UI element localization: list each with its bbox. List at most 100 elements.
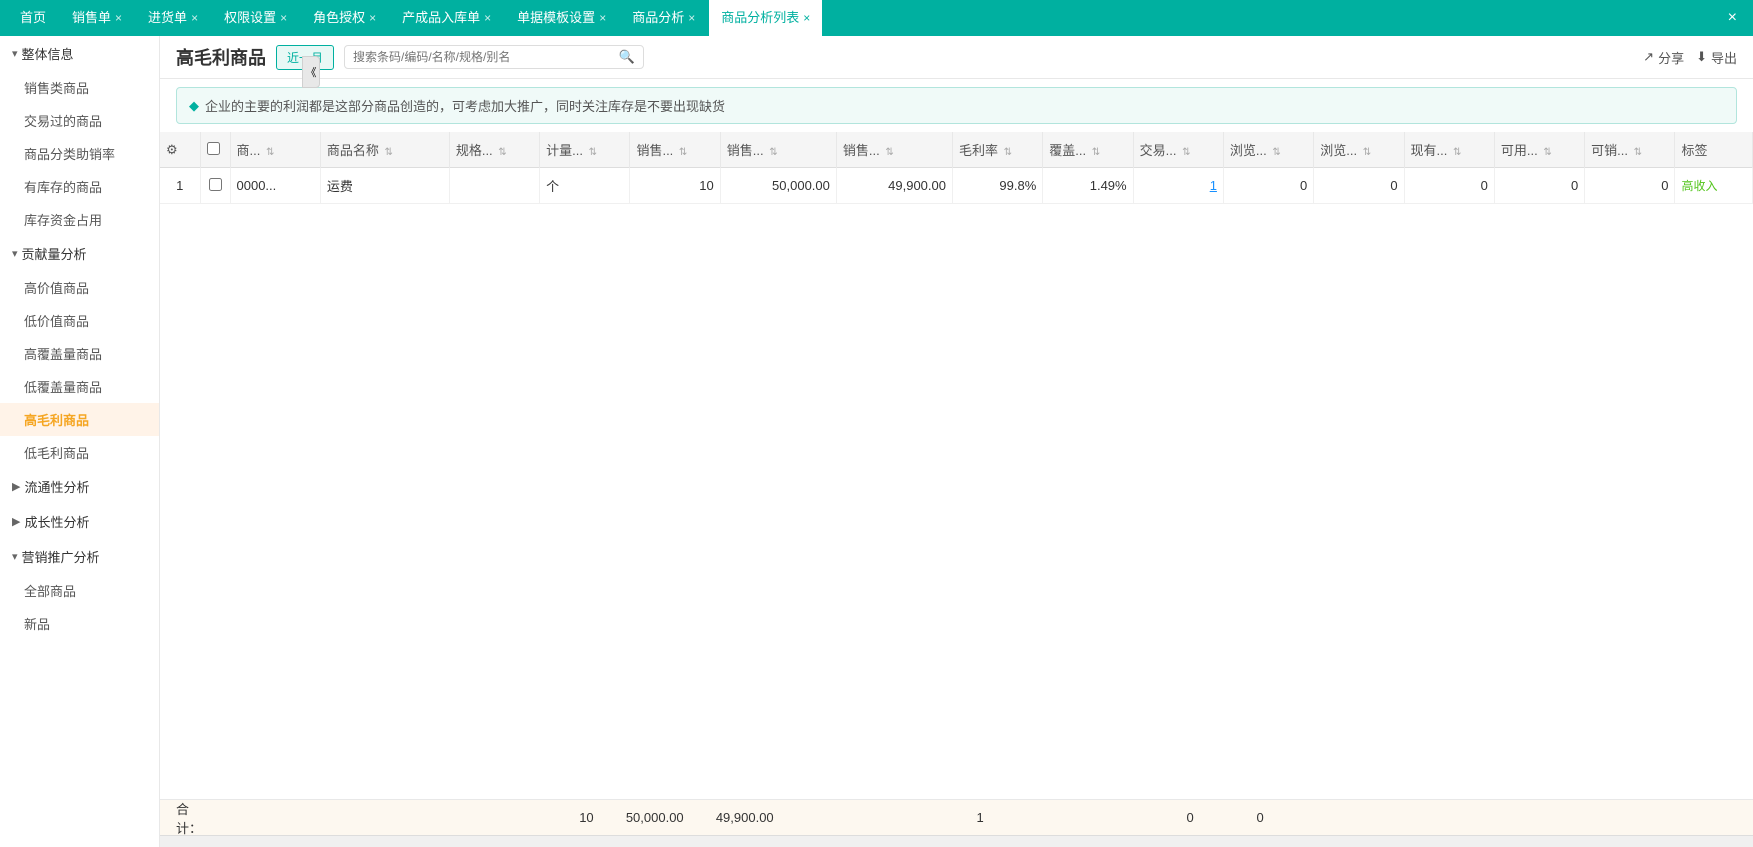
table-row: 1 0000... 运费 个 10 50,000.00 49,900.00 99… xyxy=(160,168,1753,204)
cell-index: 1 xyxy=(160,168,200,204)
row-checkbox[interactable] xyxy=(209,178,222,191)
sidebar-item-new-goods[interactable]: 新品 xyxy=(0,607,159,640)
sidebar-item-category-rate[interactable]: 商品分类助销率 xyxy=(0,137,159,170)
sort-icon-spec: ⇅ xyxy=(498,147,506,158)
col-gross-margin[interactable]: 毛利率 ⇅ xyxy=(952,132,1042,168)
close-roles-tab[interactable]: × xyxy=(369,0,376,36)
sort-icon-unit: ⇅ xyxy=(589,147,597,158)
sidebar-section-overall[interactable]: ▾ 整体信息 xyxy=(0,36,159,71)
nav-purchase[interactable]: 进货单 × xyxy=(136,0,210,36)
nav-permissions[interactable]: 权限设置 × xyxy=(212,0,299,36)
cell-sales-amount: 50,000.00 xyxy=(720,168,836,204)
share-button[interactable]: ↗ 分享 xyxy=(1643,48,1684,67)
col-unit[interactable]: 计量... ⇅ xyxy=(540,132,630,168)
search-input[interactable] xyxy=(353,50,613,64)
cell-unit: 个 xyxy=(540,168,630,204)
nav-product-entry[interactable]: 产成品入库单 × xyxy=(390,0,503,36)
sidebar-section-growth[interactable]: ▶ 成长性分析 xyxy=(0,504,159,539)
col-code[interactable]: 商... ⇅ xyxy=(230,132,320,168)
share-icon: ↗ xyxy=(1643,49,1654,65)
sidebar-item-low-margin[interactable]: 低毛利商品 xyxy=(0,436,159,469)
sidebar-item-all-goods[interactable]: 全部商品 xyxy=(0,574,159,607)
nav-product-analysis-list[interactable]: 商品分析列表 × xyxy=(709,0,822,36)
sidebar-item-stocked-goods[interactable]: 有库存的商品 xyxy=(0,170,159,203)
nav-roles[interactable]: 角色授权 × xyxy=(301,0,388,36)
col-saleable[interactable]: 可销... ⇅ xyxy=(1585,132,1675,168)
sidebar-item-high-value[interactable]: 高价值商品 xyxy=(0,271,159,304)
chevron-down-icon: ▾ xyxy=(12,47,18,60)
cell-name: 运费 xyxy=(320,168,449,204)
close-product-analysis-list-tab[interactable]: × xyxy=(803,0,810,36)
sort-icon-coverage: ⇅ xyxy=(1092,147,1100,158)
col-available[interactable]: 可用... ⇅ xyxy=(1494,132,1584,168)
sidebar-item-traded-goods[interactable]: 交易过的商品 xyxy=(0,104,159,137)
col-browse2[interactable]: 浏览... ⇅ xyxy=(1314,132,1404,168)
sidebar-section-circulation[interactable]: ▶ 流通性分析 xyxy=(0,469,159,504)
col-name[interactable]: 商品名称 ⇅ xyxy=(320,132,449,168)
search-icon[interactable]: 🔍 xyxy=(619,49,635,65)
sidebar-collapse-button[interactable]: 《 xyxy=(302,56,320,88)
nav-home[interactable]: 首页 xyxy=(8,0,58,36)
sort-icon-transaction: ⇅ xyxy=(1182,147,1190,158)
tag-label: 高收入 xyxy=(1681,179,1717,193)
col-sales-qty[interactable]: 销售... ⇅ xyxy=(630,132,720,168)
sort-icon-name: ⇅ xyxy=(384,147,392,158)
sidebar-section-marketing[interactable]: ▾ 营销推广分析 xyxy=(0,539,159,574)
info-icon: ◆ xyxy=(189,98,199,114)
table-footer: 合计： 10 50,000.00 49,900.00 1 0 0 xyxy=(160,799,1753,835)
content-header: 高毛利商品 近一月 🔍 ↗ 分享 ⬇ 导出 xyxy=(160,36,1753,79)
footer-transaction: 1 xyxy=(920,810,990,825)
table-header-row: ⚙ 商... ⇅ 商品名称 ⇅ xyxy=(160,132,1753,168)
close-product-entry-tab[interactable]: × xyxy=(484,0,491,36)
sidebar-item-low-value[interactable]: 低价值商品 xyxy=(0,304,159,337)
search-box: 🔍 xyxy=(344,45,644,69)
footer-stock: 0 xyxy=(1130,810,1200,825)
footer-profit: 49,900.00 xyxy=(690,810,780,825)
cell-code: 0000... xyxy=(230,168,320,204)
col-sales-amount[interactable]: 销售... ⇅ xyxy=(720,132,836,168)
select-all-checkbox[interactable] xyxy=(207,142,220,155)
col-browse1[interactable]: 浏览... ⇅ xyxy=(1223,132,1313,168)
col-sales-profit[interactable]: 销售... ⇅ xyxy=(836,132,952,168)
close-product-analysis-tab[interactable]: × xyxy=(688,0,695,36)
header-actions: ↗ 分享 ⬇ 导出 xyxy=(1643,48,1737,67)
close-template-tab[interactable]: × xyxy=(599,0,606,36)
col-spec[interactable]: 规格... ⇅ xyxy=(449,132,539,168)
chevron-right-icon-2: ▶ xyxy=(12,515,20,528)
cell-spec xyxy=(449,168,539,204)
close-main-button[interactable]: × xyxy=(1720,9,1745,27)
cell-tag: 高收入 xyxy=(1675,168,1753,204)
export-button[interactable]: ⬇ 导出 xyxy=(1696,48,1737,67)
nav-sales[interactable]: 销售单 × xyxy=(60,0,134,36)
sort-icon-profit: ⇅ xyxy=(885,147,893,158)
footer-available: 0 xyxy=(1200,810,1270,825)
col-tag: 标签 xyxy=(1675,132,1753,168)
footer-qty: 10 xyxy=(530,810,600,825)
transaction-link[interactable]: 1 xyxy=(1210,178,1217,193)
nav-template[interactable]: 单据模板设置 × xyxy=(505,0,618,36)
close-sales-tab[interactable]: × xyxy=(115,0,122,36)
col-transaction[interactable]: 交易... ⇅ xyxy=(1133,132,1223,168)
page-title: 高毛利商品 xyxy=(176,44,266,70)
sidebar-section-contribution[interactable]: ▾ 贡献量分析 xyxy=(0,236,159,271)
col-coverage[interactable]: 覆盖... ⇅ xyxy=(1043,132,1133,168)
close-purchase-tab[interactable]: × xyxy=(191,0,198,36)
settings-icon[interactable]: ⚙ xyxy=(166,142,178,157)
sidebar-item-high-coverage[interactable]: 高覆盖量商品 xyxy=(0,337,159,370)
cell-gross-margin: 99.8% xyxy=(952,168,1042,204)
footer-cells: 10 50,000.00 49,900.00 1 0 0 xyxy=(230,810,1737,825)
sidebar-item-sales-goods[interactable]: 销售类商品 xyxy=(0,71,159,104)
sidebar: ▾ 整体信息 销售类商品 交易过的商品 商品分类助销率 有库存的商品 库存资金占… xyxy=(0,36,160,847)
sidebar-wrapper: ▾ 整体信息 销售类商品 交易过的商品 商品分类助销率 有库存的商品 库存资金占… xyxy=(0,36,160,847)
sort-icon-stock: ⇅ xyxy=(1453,147,1461,158)
col-current-stock[interactable]: 现有... ⇅ xyxy=(1404,132,1494,168)
close-permissions-tab[interactable]: × xyxy=(280,0,287,36)
horizontal-scrollbar[interactable] xyxy=(160,835,1753,847)
chevron-down-icon-2: ▾ xyxy=(12,247,18,260)
sidebar-item-stock-capital[interactable]: 库存资金占用 xyxy=(0,203,159,236)
sidebar-item-low-coverage[interactable]: 低覆盖量商品 xyxy=(0,370,159,403)
cell-sales-qty: 10 xyxy=(630,168,720,204)
nav-product-analysis[interactable]: 商品分析 × xyxy=(620,0,707,36)
sidebar-item-high-margin[interactable]: 高毛利商品 xyxy=(0,403,159,436)
cell-available: 0 xyxy=(1494,168,1584,204)
